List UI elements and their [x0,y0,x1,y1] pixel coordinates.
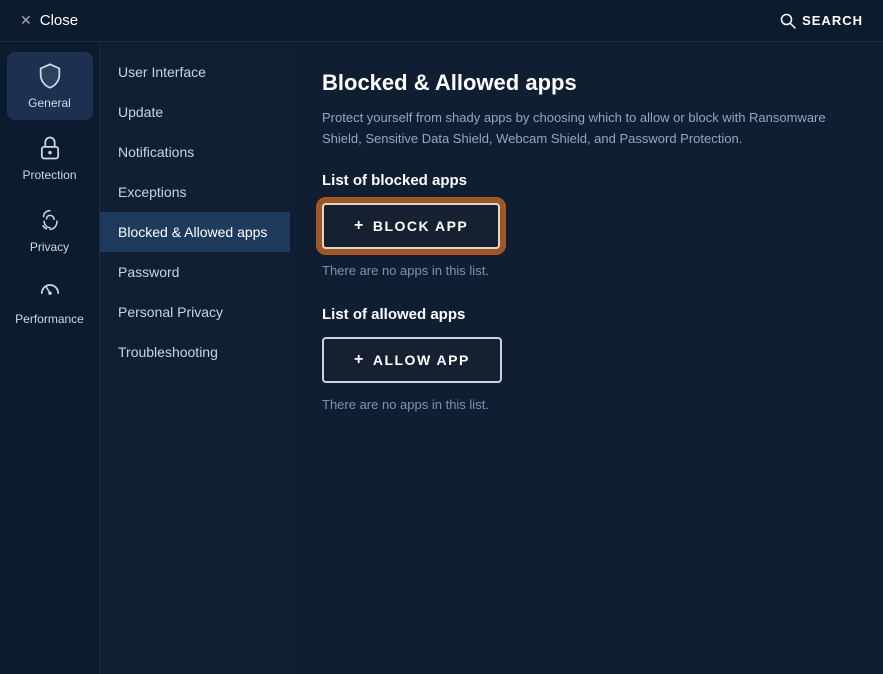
lock-icon [36,134,64,162]
mid-nav-personal-privacy[interactable]: Personal Privacy [100,292,290,332]
sidebar-label-privacy: Privacy [30,240,69,254]
allow-app-label: ALLOW APP [373,352,470,368]
gauge-icon [36,278,64,306]
search-icon [780,13,796,29]
search-label: SEARCH [802,13,863,28]
mid-nav-exceptions[interactable]: Exceptions [100,172,290,212]
blocked-apps-section: List of blocked apps + BLOCK APP There a… [322,172,851,278]
allowed-empty-text: There are no apps in this list. [322,397,851,412]
search-button[interactable]: SEARCH [780,13,863,29]
blocked-empty-text: There are no apps in this list. [322,263,851,278]
allowed-section-title: List of allowed apps [322,306,851,323]
shield-icon [36,62,64,90]
close-button[interactable]: ✕ Close [20,12,78,29]
sidebar-label-general: General [28,96,71,110]
block-app-label: BLOCK APP [373,218,468,234]
page-title: Blocked & Allowed apps [322,70,851,96]
left-nav: General Protection Privacy Performa [0,42,100,674]
fingerprint-icon [36,206,64,234]
sidebar-label-protection: Protection [22,168,76,182]
main-layout: General Protection Privacy Performa [0,42,883,674]
sidebar-item-general[interactable]: General [7,52,93,120]
allowed-apps-section: List of allowed apps + ALLOW APP There a… [322,306,851,412]
mid-nav-update[interactable]: Update [100,92,290,132]
mid-nav-troubleshooting[interactable]: Troubleshooting [100,332,290,372]
mid-nav: User Interface Update Notifications Exce… [100,42,290,674]
content-description: Protect yourself from shady apps by choo… [322,108,842,150]
close-label: Close [40,12,78,29]
block-app-button[interactable]: + BLOCK APP [322,203,500,249]
sidebar-item-performance[interactable]: Performance [7,268,93,336]
sidebar-item-protection[interactable]: Protection [7,124,93,192]
blocked-section-title: List of blocked apps [322,172,851,189]
allow-app-button[interactable]: + ALLOW APP [322,337,502,383]
mid-nav-notifications[interactable]: Notifications [100,132,290,172]
top-bar: ✕ Close SEARCH [0,0,883,42]
block-app-plus-icon: + [354,217,365,235]
sidebar-item-privacy[interactable]: Privacy [7,196,93,264]
content-area: Blocked & Allowed apps Protect yourself … [290,42,883,674]
mid-nav-blocked-allowed[interactable]: Blocked & Allowed apps [100,212,290,252]
close-icon: ✕ [20,12,32,29]
mid-nav-user-interface[interactable]: User Interface [100,52,290,92]
sidebar-label-performance: Performance [15,312,84,326]
allow-app-plus-icon: + [354,351,365,369]
mid-nav-password[interactable]: Password [100,252,290,292]
